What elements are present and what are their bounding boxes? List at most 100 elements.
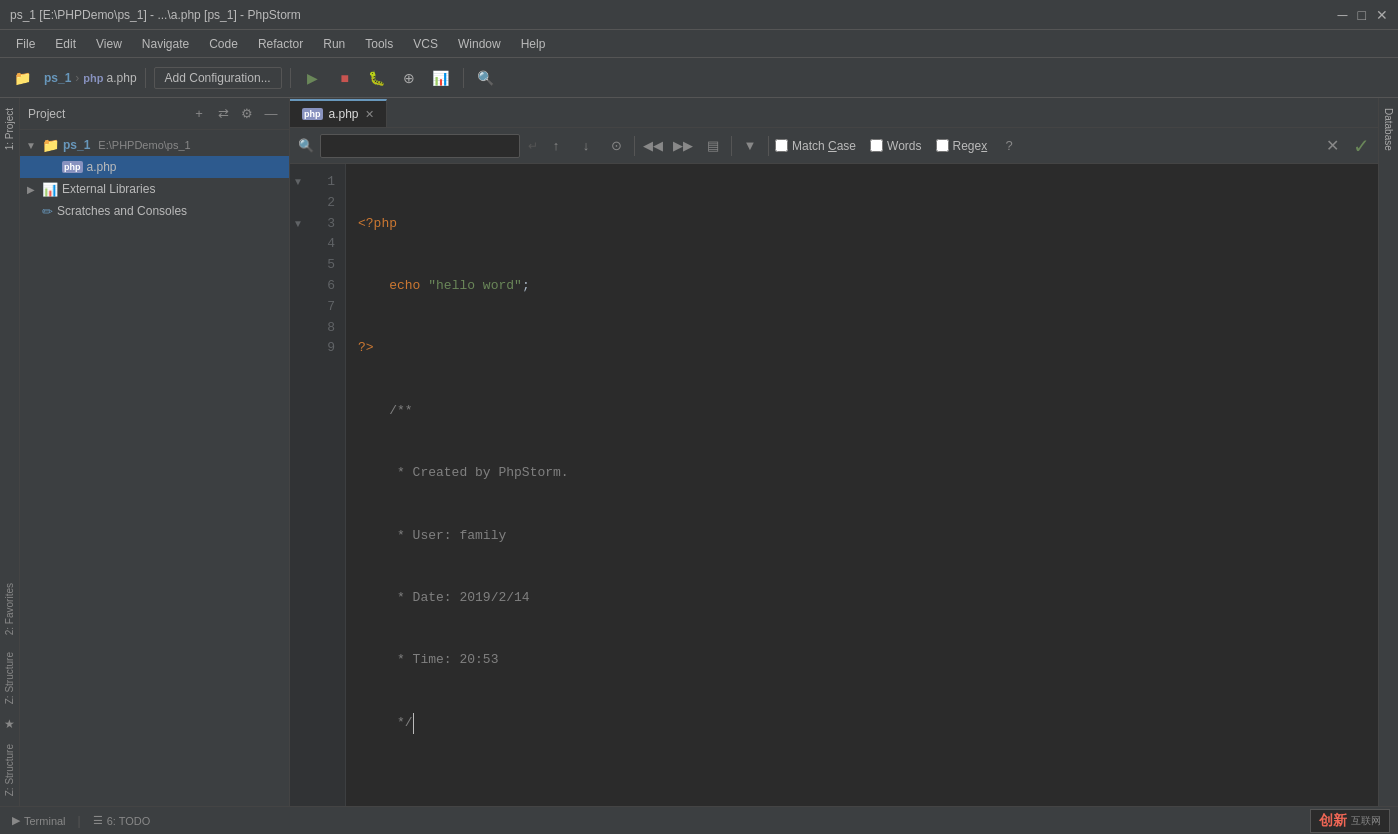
regex-checkbox[interactable] xyxy=(936,139,949,152)
profile-button[interactable]: 📊 xyxy=(427,64,455,92)
collapse-icon-button[interactable]: — xyxy=(261,104,281,124)
find-enter-hint: ↵ xyxy=(528,139,538,153)
tree-item-aphp[interactable]: php a.php xyxy=(20,156,289,178)
menu-navigate[interactable]: Navigate xyxy=(134,33,197,55)
cursor xyxy=(413,713,414,734)
menu-run[interactable]: Run xyxy=(315,33,353,55)
code-content[interactable]: <?php echo "hello word"; ?> /** * Create… xyxy=(346,164,1378,806)
settings-icon-button[interactable]: ⚙ xyxy=(237,104,257,124)
menu-code[interactable]: Code xyxy=(201,33,246,55)
title-bar: ps_1 [E:\PHPDemo\ps_1] - ...\a.php [ps_1… xyxy=(0,0,1398,30)
coverage-button[interactable]: ⊕ xyxy=(395,64,423,92)
code-line-2: echo "hello word"; xyxy=(358,276,1366,297)
tab-close-button[interactable]: ✕ xyxy=(365,108,374,121)
tree-item-ps1-folder[interactable]: ▼ 📁 ps_1 E:\PHPDemo\ps_1 xyxy=(20,134,289,156)
minimize-button[interactable]: ─ xyxy=(1338,7,1348,23)
php-file-icon: php xyxy=(62,161,83,173)
regex-option[interactable]: Regex xyxy=(936,139,988,153)
fold-3[interactable]: ▼ xyxy=(292,214,304,235)
breadcrumb-aphp[interactable]: php a.php xyxy=(83,71,136,85)
find-prev-all-button[interactable]: ◀◀ xyxy=(641,134,665,158)
structure-tab[interactable]: Z: Structure xyxy=(2,646,17,710)
fold-4 xyxy=(292,234,304,255)
sync-icon-button[interactable]: ⇄ xyxy=(213,104,233,124)
menu-file[interactable]: File xyxy=(8,33,43,55)
tree-item-scratches[interactable]: ✏ Scratches and Consoles xyxy=(20,200,289,222)
status-bar: ▶ Terminal | ☰ 6: TODO 创新 互联网 xyxy=(0,806,1398,834)
right-sidebar: Database xyxy=(1378,98,1398,806)
help-button[interactable]: ? xyxy=(997,134,1021,158)
todo-button[interactable]: ☰ 6: TODO xyxy=(89,812,155,829)
debug-button[interactable]: 🐛 xyxy=(363,64,391,92)
folder-collapse-arrow[interactable]: ▼ xyxy=(24,138,38,152)
editor-area: php a.php ✕ 🔍 ↵ ↑ ↓ ⊙ ◀◀ ▶▶ ▤ ▼ xyxy=(290,98,1378,806)
stop-button[interactable]: ■ xyxy=(331,64,359,92)
todo-icon: ☰ xyxy=(93,814,103,827)
project-tab[interactable]: 1: Project xyxy=(2,102,17,156)
close-button[interactable]: ✕ xyxy=(1376,7,1388,23)
aphp-label: a.php xyxy=(87,160,117,174)
find-sep-3 xyxy=(768,136,769,156)
toolbar-folder-icon[interactable]: 📁 xyxy=(8,64,36,92)
find-filter-button[interactable]: ▼ xyxy=(738,134,762,158)
find-input[interactable] xyxy=(320,134,520,158)
project-panel-header: Project + ⇄ ⚙ — xyxy=(20,98,289,130)
fold-6 xyxy=(292,276,304,297)
terminal-label: Terminal xyxy=(24,815,66,827)
search-everywhere-button[interactable]: 🔍 xyxy=(472,64,500,92)
database-tab[interactable]: Database xyxy=(1381,102,1396,157)
find-select-all-button[interactable]: ▤ xyxy=(701,134,725,158)
words-option[interactable]: Words xyxy=(870,139,921,153)
fold-7 xyxy=(292,297,304,318)
menu-tools[interactable]: Tools xyxy=(357,33,401,55)
window-controls: ─ □ ✕ xyxy=(1338,7,1388,23)
find-toolbar: 🔍 ↵ ↑ ↓ ⊙ ◀◀ ▶▶ ▤ ▼ Match Case xyxy=(290,128,1378,164)
file-arrow-placeholder xyxy=(44,160,58,174)
fold-2 xyxy=(292,193,304,214)
words-checkbox[interactable] xyxy=(870,139,883,152)
main-layout: 1: Project 2: Favorites Z: Structure ★ Z… xyxy=(0,98,1398,806)
ext-libs-arrow[interactable]: ▶ xyxy=(24,182,38,196)
menu-vcs[interactable]: VCS xyxy=(405,33,446,55)
add-icon-button[interactable]: + xyxy=(189,104,209,124)
menu-refactor[interactable]: Refactor xyxy=(250,33,311,55)
menu-bar: File Edit View Navigate Code Refactor Ru… xyxy=(0,30,1398,58)
tree-item-ext-libs[interactable]: ▶ 📊 External Libraries xyxy=(20,178,289,200)
fold-8 xyxy=(292,318,304,339)
breadcrumb-ps1[interactable]: ps_1 xyxy=(44,71,71,85)
fold-1[interactable]: ▼ xyxy=(292,172,304,193)
menu-help[interactable]: Help xyxy=(513,33,554,55)
project-panel: Project + ⇄ ⚙ — ▼ 📁 ps_1 E:\PHPDemo\ps_1… xyxy=(20,98,290,806)
match-case-option[interactable]: Match Case xyxy=(775,139,856,153)
find-target-button[interactable]: ⊙ xyxy=(604,134,628,158)
run-button[interactable]: ▶ xyxy=(299,64,327,92)
tab-aphp[interactable]: php a.php ✕ xyxy=(290,99,387,127)
add-configuration-button[interactable]: Add Configuration... xyxy=(154,67,282,89)
find-next-all-button[interactable]: ▶▶ xyxy=(671,134,695,158)
favorites-tab[interactable]: 2: Favorites xyxy=(2,577,17,641)
menu-edit[interactable]: Edit xyxy=(47,33,84,55)
terminal-button[interactable]: ▶ Terminal xyxy=(8,812,70,829)
menu-view[interactable]: View xyxy=(88,33,130,55)
watermark: 创新 互联网 xyxy=(1310,809,1390,833)
find-close-button[interactable]: ✕ xyxy=(1326,136,1339,155)
search-icon[interactable]: 🔍 xyxy=(298,138,314,153)
line-num-9: 9 xyxy=(310,338,341,359)
star-icon[interactable]: ★ xyxy=(0,714,20,734)
match-case-checkbox[interactable] xyxy=(775,139,788,152)
find-next-button[interactable]: ↓ xyxy=(574,134,598,158)
code-line-7: * Date: 2019/2/14 xyxy=(358,588,1366,609)
fold-5 xyxy=(292,255,304,276)
breadcrumb: ps_1 › php a.php xyxy=(44,71,137,85)
code-line-6: * User: family xyxy=(358,526,1366,547)
panel-title: Project xyxy=(28,107,185,121)
find-prev-button[interactable]: ↑ xyxy=(544,134,568,158)
code-line-4: /** xyxy=(358,401,1366,422)
menu-window[interactable]: Window xyxy=(450,33,509,55)
structure-tab-z[interactable]: Z: Structure xyxy=(2,738,17,802)
maximize-button[interactable]: □ xyxy=(1358,7,1366,23)
code-line-1: <?php xyxy=(358,214,1366,235)
line-num-4: 4 xyxy=(310,234,341,255)
tab-php-icon: php xyxy=(302,108,323,120)
find-sep-1 xyxy=(634,136,635,156)
